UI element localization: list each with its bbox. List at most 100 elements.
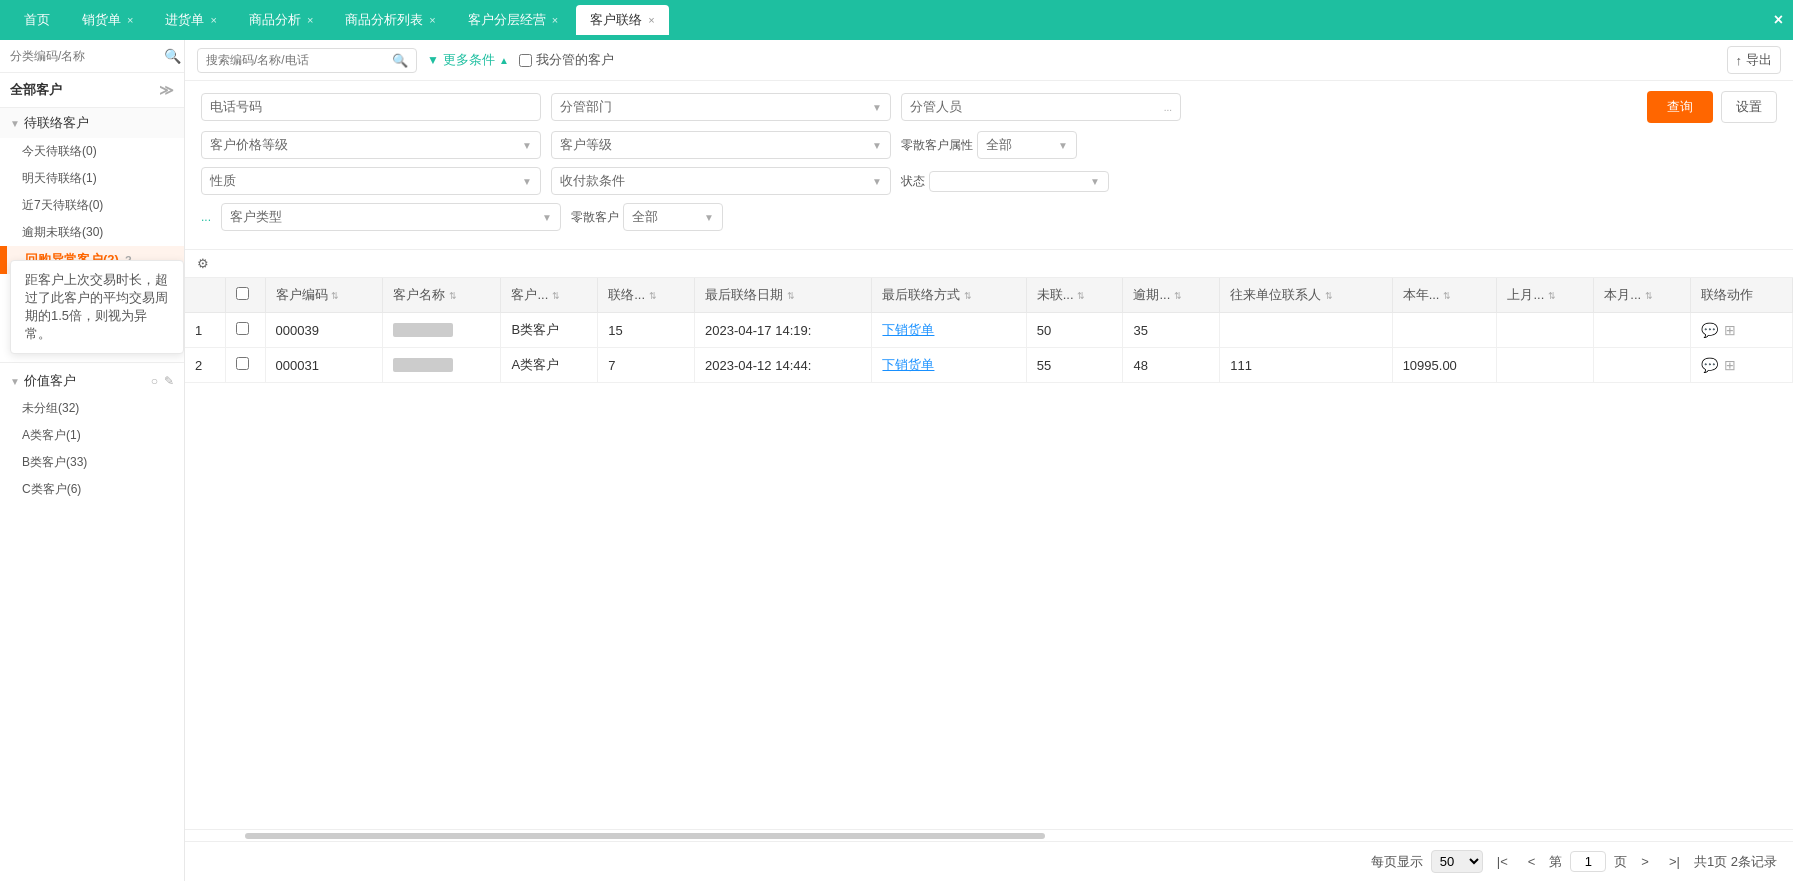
sidebar-item-c-class[interactable]: C类客户(6) (0, 476, 184, 503)
status-field[interactable]: ▼ (929, 171, 1109, 192)
sidebar-item-b-class[interactable]: B类客户(33) (0, 449, 184, 476)
filter-icon: ▼ (427, 53, 439, 67)
sidebar-search-icon[interactable]: 🔍 (164, 48, 181, 64)
nav-tab-customer-segment[interactable]: 客户分层经营 × (454, 5, 572, 35)
sidebar-item-today[interactable]: 今天待联络(0) (0, 138, 184, 165)
price-grade-down-icon: ▼ (522, 140, 532, 151)
retail-customer-field[interactable]: 全部 ▼ (623, 203, 723, 231)
pagination-bar: 每页显示 50 100 200 |< < 第 页 > >| 共1页 2条记录 (185, 841, 1793, 881)
sidebar-value-section[interactable]: ▼ 价值客户 ○ ✎ (0, 367, 184, 395)
row-2-contact-way-link[interactable]: 下销货单 (882, 357, 934, 372)
nav-tab-home[interactable]: 首页 (10, 5, 64, 35)
row-2-checkbox[interactable] (225, 348, 265, 383)
row-2-grid-icon[interactable]: ⊞ (1724, 357, 1736, 373)
price-grade-field[interactable]: 客户价格等级 ▼ (201, 131, 541, 159)
select-all-checkbox[interactable] (236, 287, 249, 300)
col-uncontact[interactable]: 未联... ⇅ (1026, 278, 1123, 313)
sidebar-pending-title[interactable]: ▼ 待联络客户 (0, 108, 184, 138)
nav-tab-customer-contact[interactable]: 客户联络 × (576, 5, 668, 35)
per-page-select[interactable]: 50 100 200 (1431, 850, 1483, 873)
my-customers-filter[interactable]: 我分管的客户 (519, 51, 614, 69)
col-last-month[interactable]: 上月... ⇅ (1497, 278, 1594, 313)
row-2-last-contact-way[interactable]: 下销货单 (872, 348, 1026, 383)
query-button[interactable]: 查询 (1647, 91, 1713, 123)
sidebar-search-input[interactable] (10, 49, 160, 63)
row-2-action: 💬 ⊞ (1691, 348, 1793, 383)
close-sales-tab[interactable]: × (127, 14, 133, 26)
col-contact[interactable]: 联络... ⇅ (598, 278, 695, 313)
col-name[interactable]: 客户名称 ⇅ (383, 278, 501, 313)
last-page-button[interactable]: >| (1663, 852, 1686, 871)
table-container[interactable]: 客户编码 ⇅ 客户名称 ⇅ 客户... ⇅ 联络... (185, 278, 1793, 829)
row-2-select-checkbox[interactable] (236, 357, 249, 370)
scrollbar-thumb[interactable] (245, 833, 1045, 839)
close-all-button[interactable]: × (1774, 11, 1783, 29)
col-this-month[interactable]: 本月... ⇅ (1594, 278, 1691, 313)
nav-tab-sales[interactable]: 销货单 × (68, 5, 147, 35)
status-label: 状态 (901, 173, 925, 190)
nav-tab-purchase[interactable]: 进货单 × (151, 5, 230, 35)
page-number-input[interactable] (1570, 851, 1606, 872)
col-contact-person[interactable]: 往来单位联系人 ⇅ (1220, 278, 1392, 313)
row-1-type: B类客户 (501, 313, 598, 348)
nav-tab-analysis-list[interactable]: 商品分析列表 × (331, 5, 449, 35)
row-1-chat-icon[interactable]: 💬 (1701, 322, 1718, 338)
close-analysis-tab[interactable]: × (307, 14, 313, 26)
horizontal-scrollbar[interactable] (185, 829, 1793, 841)
row-1-checkbox[interactable] (225, 313, 265, 348)
sidebar-item-tomorrow[interactable]: 明天待联络(1) (0, 165, 184, 192)
row-2-chat-icon[interactable]: 💬 (1701, 357, 1718, 373)
close-purchase-tab[interactable]: × (210, 14, 216, 26)
row-1-contact-person (1220, 313, 1392, 348)
customer-grade-field[interactable]: 客户等级 ▼ (551, 131, 891, 159)
payment-field[interactable]: 收付款条件 ▼ (551, 167, 891, 195)
sidebar-pending-section: ▼ 待联络客户 今天待联络(0) 明天待联络(1) 近7天待联络(0) 逾期未联… (0, 108, 184, 246)
my-customers-checkbox[interactable] (519, 54, 532, 67)
gender-field[interactable]: 性质 ▼ (201, 167, 541, 195)
col-this-year[interactable]: 本年... ⇅ (1392, 278, 1497, 313)
col-type[interactable]: 客户... ⇅ (501, 278, 598, 313)
person-field[interactable]: 分管人员 ... (901, 93, 1181, 121)
phone-field[interactable]: 电话号码 (201, 93, 541, 121)
first-page-button[interactable]: |< (1491, 852, 1514, 871)
sidebar-item-overdue[interactable]: 逾期未联络(30) (0, 219, 184, 246)
retail-attr-field[interactable]: 全部 ▼ (977, 131, 1077, 159)
per-page-label: 每页显示 (1371, 853, 1423, 871)
sidebar-item-7days[interactable]: 近7天待联络(0) (0, 192, 184, 219)
col-overdue[interactable]: 逾期... ⇅ (1123, 278, 1220, 313)
row-2-contact: 7 (598, 348, 695, 383)
col-action: 联络动作 (1691, 278, 1793, 313)
row-1-grid-icon[interactable]: ⊞ (1724, 322, 1736, 338)
close-analysis-list-tab[interactable]: × (429, 14, 435, 26)
next-page-button[interactable]: > (1635, 852, 1655, 871)
settings-gear-icon[interactable]: ⚙ (197, 256, 209, 271)
nav-tab-analysis[interactable]: 商品分析 × (235, 5, 327, 35)
export-button[interactable]: ↑ 导出 (1727, 46, 1782, 74)
prev-page-button[interactable]: < (1522, 852, 1542, 871)
value-edit-icon[interactable]: ✎ (164, 374, 174, 388)
col-last-contact-date[interactable]: 最后联络日期 ⇅ (695, 278, 872, 313)
sidebar-item-ungroup[interactable]: 未分组(32) (0, 395, 184, 422)
row-1-select-checkbox[interactable] (236, 322, 249, 335)
my-customers-label: 我分管的客户 (536, 51, 614, 69)
value-circle-icon[interactable]: ○ (151, 374, 158, 388)
col-code[interactable]: 客户编码 ⇅ (265, 278, 383, 313)
close-customer-contact-tab[interactable]: × (648, 14, 654, 26)
filter-search-input[interactable] (206, 53, 386, 67)
sidebar-collapse-button[interactable]: ≫ (159, 82, 174, 98)
close-customer-segment-tab[interactable]: × (552, 14, 558, 26)
customer-type-field[interactable]: 客户类型 ▼ (221, 203, 561, 231)
filter-search-icon[interactable]: 🔍 (392, 53, 408, 68)
sidebar-item-a-class[interactable]: A类客户(1) (0, 422, 184, 449)
row-1-uncontact: 50 (1026, 313, 1123, 348)
setting-button[interactable]: 设置 (1721, 91, 1777, 123)
more-ellipsis-button[interactable]: ... (201, 210, 211, 224)
row-1-contact-way-link[interactable]: 下销货单 (882, 322, 934, 337)
row-1-last-contact-way[interactable]: 下销货单 (872, 313, 1026, 348)
more-conditions-button[interactable]: ▼ 更多条件 ▲ (427, 51, 509, 69)
dept-field[interactable]: 分管部门 ▼ (551, 93, 891, 121)
col-checkbox[interactable] (225, 278, 265, 313)
col-last-contact-way[interactable]: 最后联络方式 ⇅ (872, 278, 1026, 313)
more-conditions-label: 更多条件 (443, 51, 495, 69)
row-2-uncontact: 55 (1026, 348, 1123, 383)
